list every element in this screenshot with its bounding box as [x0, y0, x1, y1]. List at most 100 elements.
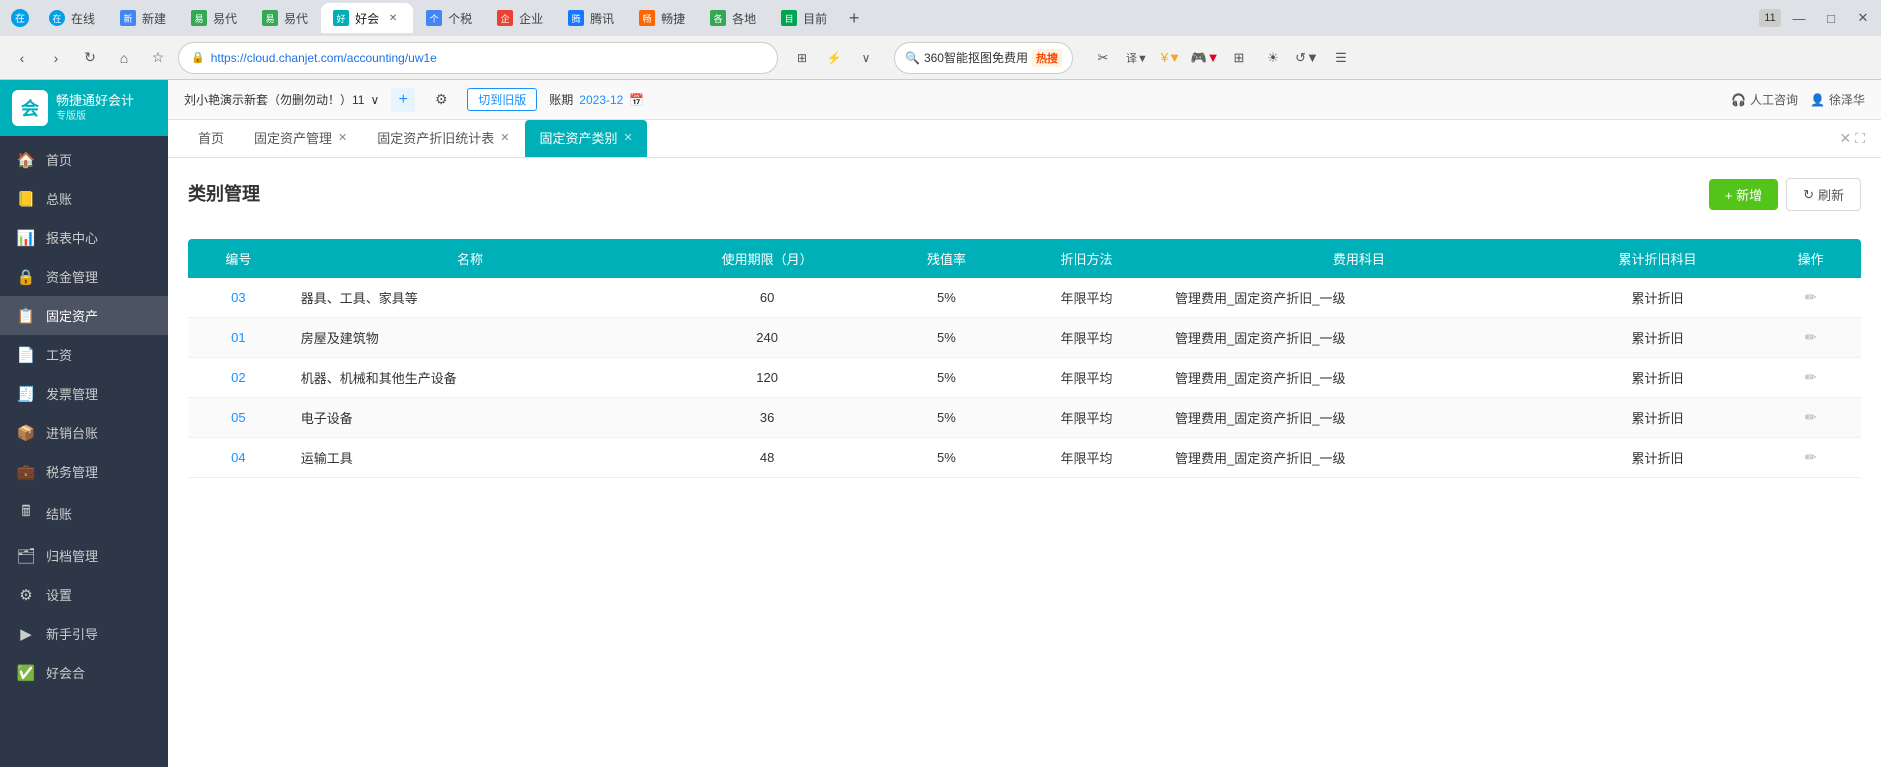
tab-label-haohui: 好会 — [355, 10, 379, 27]
cell-action[interactable]: ✏ — [1760, 318, 1861, 358]
tab-expand-icon[interactable]: ⛶ — [1855, 130, 1865, 147]
back-button[interactable]: ‹ — [8, 44, 36, 72]
ssl-lock-icon: 🔒 — [191, 51, 205, 64]
maximize-button[interactable]: □ — [1817, 4, 1845, 32]
browser-tab-yidai2[interactable]: 易 易代 — [250, 3, 320, 33]
page-tab-depreciation-stats[interactable]: 固定资产折旧统计表 ✕ — [363, 120, 523, 157]
page-tab-category[interactable]: 固定资产类别 ✕ — [525, 120, 646, 157]
sidebar-item-funds[interactable]: 🔒 资金管理 — [0, 257, 168, 296]
edit-icon[interactable]: ✏ — [1805, 329, 1817, 345]
sidebar-item-reports[interactable]: 📊 报表中心 — [0, 218, 168, 257]
edit-icon[interactable]: ✏ — [1805, 409, 1817, 425]
history-icon[interactable]: ↺▼ — [1291, 42, 1323, 74]
browser-tab-geshui[interactable]: 个 个税 — [414, 3, 484, 33]
sidebar-item-archive[interactable]: 🗂 归档管理 — [0, 536, 168, 575]
site-settings-icon[interactable]: ⊞ — [788, 44, 816, 72]
page-tab-label-fixed-assets-mgmt: 固定资产管理 — [254, 128, 332, 147]
bookmark-button[interactable]: ☆ — [144, 44, 172, 72]
add-button[interactable]: + 新增 — [1709, 179, 1778, 210]
calendar-icon[interactable]: 📅 — [629, 93, 644, 107]
user-avatar-icon: 👤 — [1810, 93, 1825, 107]
refresh-label: 刷新 — [1818, 185, 1844, 204]
page-tab-close-category[interactable]: ✕ — [624, 131, 633, 144]
add-account-button[interactable]: + — [391, 88, 415, 112]
switch-old-version-button[interactable]: 切到旧版 — [467, 88, 537, 111]
cell-action[interactable]: ✏ — [1760, 438, 1861, 478]
browser-tab-gedi[interactable]: 各 各地 — [698, 3, 768, 33]
table-row: 05 电子设备 36 5% 年限平均 管理费用_固定资产折旧_一级 累计折旧 ✏ — [188, 398, 1861, 438]
browser-tab-online[interactable]: 在 在线 — [37, 3, 107, 33]
scissors-icon[interactable]: ✂ — [1087, 42, 1119, 74]
tab-label-changjie: 畅捷 — [661, 10, 685, 27]
browser-tab-muqian[interactable]: 目 目前 — [769, 3, 839, 33]
refresh-button[interactable]: ↻ 刷新 — [1786, 178, 1861, 211]
browser-tab-haohui[interactable]: 好 好会 ✕ — [321, 3, 413, 33]
browser-tab-new[interactable]: 新 新建 — [108, 3, 178, 33]
sidebar-item-label-partner: 好会合 — [46, 663, 85, 682]
sidebar-item-label-fixed-assets: 固定资产 — [46, 306, 98, 325]
cell-action[interactable]: ✏ — [1760, 278, 1861, 318]
search-bar[interactable]: 🔍 360智能抠图免费用 热搜 — [894, 42, 1073, 74]
sidebar-item-ledger[interactable]: 📒 总账 — [0, 179, 168, 218]
sidebar-item-label-archive: 归档管理 — [46, 546, 98, 565]
performance-icon[interactable]: ⚡ — [820, 44, 848, 72]
sidebar-item-label-funds: 资金管理 — [46, 267, 98, 286]
edit-icon[interactable]: ✏ — [1805, 369, 1817, 385]
period-value: 2023-12 — [579, 93, 623, 107]
tab-label-online: 在线 — [71, 10, 95, 27]
tab-count-badge: 11 — [1759, 9, 1781, 27]
browser-tab-yidai1[interactable]: 易 易代 — [179, 3, 249, 33]
customer-service-label: 人工咨询 — [1750, 91, 1798, 108]
page-tab-fixed-assets-mgmt[interactable]: 固定资产管理 ✕ — [240, 120, 361, 157]
sidebar-item-fixed-assets[interactable]: 📋 固定资产 — [0, 296, 168, 335]
col-header-residual: 残值率 — [883, 239, 1010, 278]
customer-service[interactable]: 🎧 人工咨询 — [1731, 91, 1798, 108]
browser-tab-changjie[interactable]: 畅 畅捷 — [627, 3, 697, 33]
address-bar[interactable]: 🔒 https://cloud.chanjet.com/accounting/u… — [178, 42, 778, 74]
cell-action[interactable]: ✏ — [1760, 398, 1861, 438]
new-tab-button[interactable]: + — [840, 4, 868, 32]
browser-tab-tencent[interactable]: 腾 腾讯 — [556, 3, 626, 33]
sidebar-item-home[interactable]: 🏠 首页 — [0, 140, 168, 179]
reload-button[interactable]: ↻ — [76, 44, 104, 72]
sidebar-item-tax[interactable]: 💼 税务管理 — [0, 452, 168, 491]
user-info[interactable]: 👤 徐泽华 — [1810, 91, 1865, 108]
cell-residual: 5% — [883, 278, 1010, 318]
brightness-icon[interactable]: ☀ — [1257, 42, 1289, 74]
settings-topbar-icon[interactable]: ⚙ — [427, 86, 455, 114]
edit-icon[interactable]: ✏ — [1805, 449, 1817, 465]
menu-button[interactable]: ☰ — [1325, 42, 1357, 74]
sidebar-item-checkout[interactable]: 🖩 结账 — [0, 491, 168, 536]
page-tab-close-fixed-assets-mgmt[interactable]: ✕ — [338, 131, 347, 144]
sidebar-nav: 🏠 首页 📒 总账 📊 报表中心 🔒 资金管理 📋 固定资产 📄 工资 — [0, 136, 168, 767]
sidebar-item-settings[interactable]: ⚙ 设置 — [0, 575, 168, 614]
minimize-button[interactable]: — — [1785, 4, 1813, 32]
home-button[interactable]: ⌂ — [110, 44, 138, 72]
sidebar-item-inventory[interactable]: 📦 进销台账 — [0, 413, 168, 452]
browser-tab-qiye[interactable]: 企 企业 — [485, 3, 555, 33]
sidebar-item-label-salary: 工资 — [46, 345, 72, 364]
edit-icon[interactable]: ✏ — [1805, 289, 1817, 305]
sidebar-item-salary[interactable]: 📄 工资 — [0, 335, 168, 374]
period-label: 账期 — [549, 91, 573, 108]
page-tab-home[interactable]: 首页 — [184, 120, 238, 157]
game-icon[interactable]: 🎮▼ — [1189, 42, 1221, 74]
close-window-button[interactable]: ✕ — [1849, 4, 1877, 32]
expand-address-icon[interactable]: ∨ — [852, 44, 880, 72]
col-header-expense: 费用科目 — [1163, 239, 1555, 278]
translate-icon[interactable]: 译▼ — [1121, 42, 1153, 74]
sidebar-item-invoice[interactable]: 🧾 发票管理 — [0, 374, 168, 413]
account-dropdown-icon[interactable]: ∨ — [370, 93, 379, 107]
sidebar-item-guide[interactable]: ▶ 新手引导 — [0, 614, 168, 653]
tab-close-haohui[interactable]: ✕ — [385, 10, 401, 26]
forward-button[interactable]: › — [42, 44, 70, 72]
tab-collapse-icon[interactable]: ✕ — [1839, 130, 1851, 147]
tab-label-yidai1: 易代 — [213, 10, 237, 27]
page-tab-close-depreciation-stats[interactable]: ✕ — [500, 131, 509, 144]
cell-action[interactable]: ✏ — [1760, 358, 1861, 398]
cell-months: 240 — [651, 318, 883, 358]
sidebar-item-partner[interactable]: ✅ 好会合 — [0, 653, 168, 692]
top-bar-right: 🎧 人工咨询 👤 徐泽华 — [1731, 91, 1865, 108]
wallet-icon[interactable]: ¥▼ — [1155, 42, 1187, 74]
grid-icon[interactable]: ⊞ — [1223, 42, 1255, 74]
